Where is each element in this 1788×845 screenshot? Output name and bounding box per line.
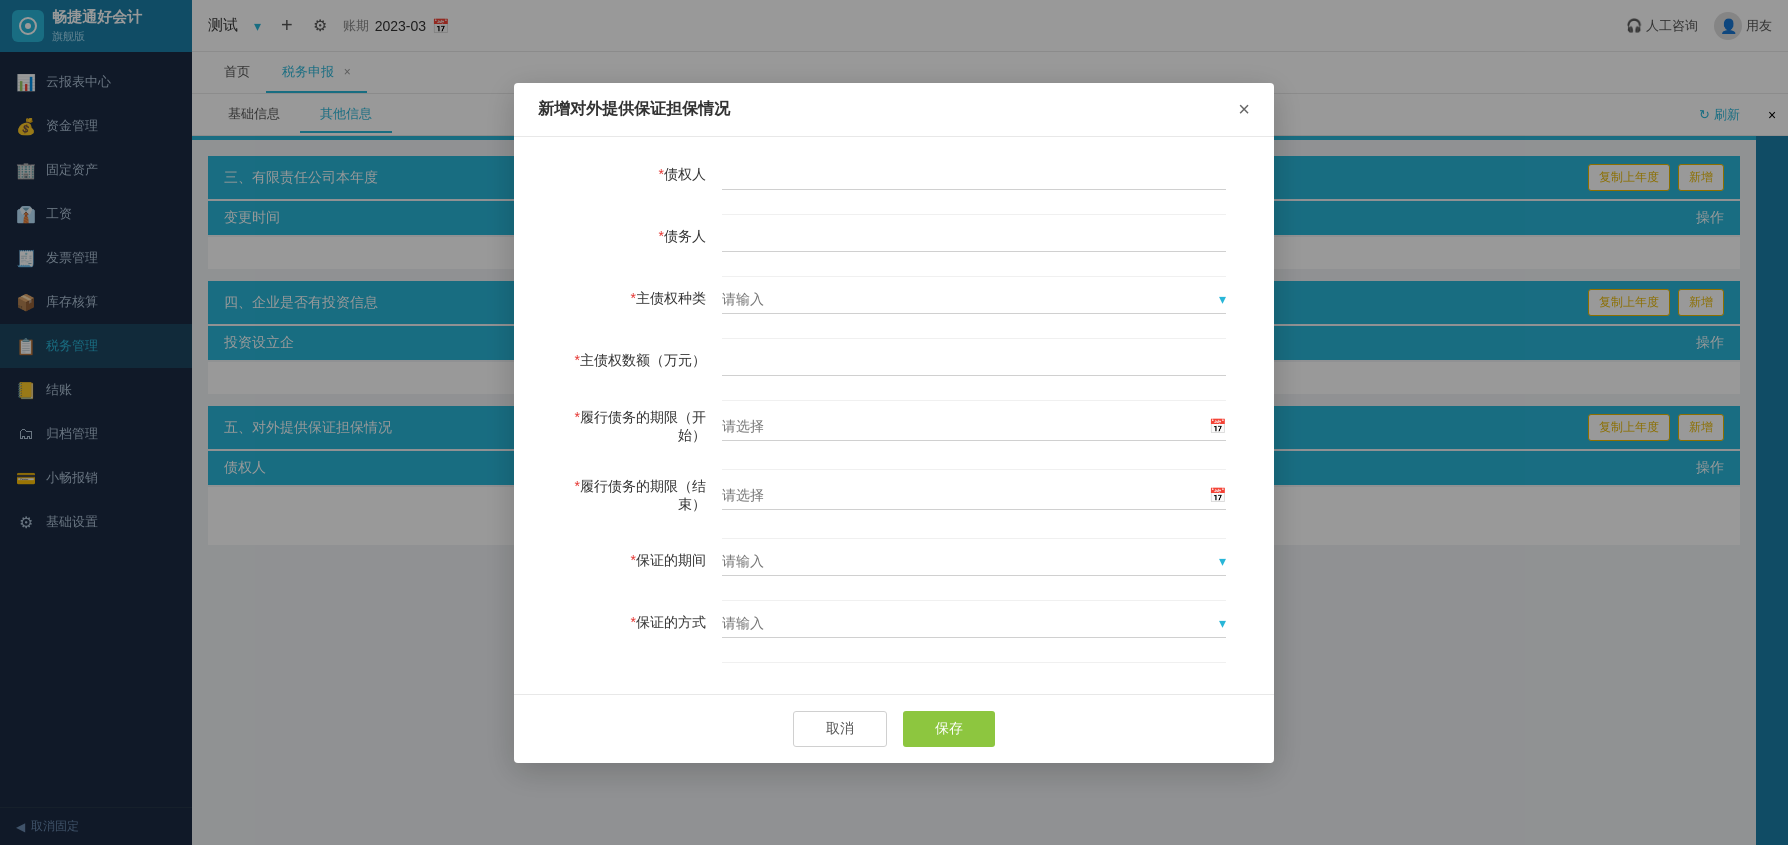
separator-5	[722, 538, 1226, 539]
modal-backdrop: 新增对外提供保证担保情况 × *债权人 *债务人 *主债权种类 ▾ *主债权数额（万…	[0, 0, 1788, 845]
form-row-guarantee_method: *保证的方式 ▾	[562, 609, 1226, 638]
form-row-period_start: *履行债务的期限（开始） 📅	[562, 409, 1226, 445]
date-input-period_start[interactable]	[722, 418, 1209, 434]
field-label-claim_type: *主债权种类	[562, 290, 722, 308]
field-label-guarantee_method: *保证的方式	[562, 614, 722, 632]
required-star-guarantee_method: *	[631, 614, 636, 630]
separator-7	[722, 662, 1226, 663]
field-label-guarantee_period: *保证的期间	[562, 552, 722, 570]
modal-footer: 取消 保存	[514, 694, 1274, 763]
date-calendar-period_start-icon[interactable]: 📅	[1209, 418, 1226, 434]
form-row-debtor: *债务人	[562, 223, 1226, 252]
required-star-claim_amount: *	[575, 352, 580, 368]
select-input-claim_type[interactable]	[722, 291, 1219, 307]
field-label-period_end: *履行债务的期限（结束）	[562, 478, 722, 514]
required-star-period_start: *	[575, 409, 580, 425]
date-calendar-period_end-icon[interactable]: 📅	[1209, 487, 1226, 503]
required-star-guarantee_period: *	[631, 552, 636, 568]
separator-6	[722, 600, 1226, 601]
separator-3	[722, 400, 1226, 401]
cancel-button[interactable]: 取消	[793, 711, 887, 747]
select-chevron-guarantee_period-icon: ▾	[1219, 553, 1226, 569]
date-period_end[interactable]: 📅	[722, 481, 1226, 510]
form-row-claim_type: *主债权种类 ▾	[562, 285, 1226, 314]
select-chevron-claim_type-icon: ▾	[1219, 291, 1226, 307]
select-claim_type[interactable]: ▾	[722, 285, 1226, 314]
separator-1	[722, 276, 1226, 277]
date-period_start[interactable]: 📅	[722, 412, 1226, 441]
input-creditor[interactable]	[722, 161, 1226, 190]
form-row-guarantee_period: *保证的期间 ▾	[562, 547, 1226, 576]
form-row-period_end: *履行债务的期限（结束） 📅	[562, 478, 1226, 514]
field-label-period_start: *履行债务的期限（开始）	[562, 409, 722, 445]
form-row-claim_amount: *主债权数额（万元）	[562, 347, 1226, 376]
modal-body: *债权人 *债务人 *主债权种类 ▾ *主债权数额（万元） *履行债务的期限（开始） …	[514, 137, 1274, 694]
modal-title: 新增对外提供保证担保情况	[538, 99, 730, 120]
separator-2	[722, 338, 1226, 339]
field-label-debtor: *债务人	[562, 228, 722, 246]
select-guarantee_method[interactable]: ▾	[722, 609, 1226, 638]
field-label-claim_amount: *主债权数额（万元）	[562, 352, 722, 370]
modal-header: 新增对外提供保证担保情况 ×	[514, 83, 1274, 137]
required-star-creditor: *	[659, 166, 664, 182]
required-star-period_end: *	[575, 478, 580, 494]
form-row-creditor: *债权人	[562, 161, 1226, 190]
select-chevron-guarantee_method-icon: ▾	[1219, 615, 1226, 631]
separator-0	[722, 214, 1226, 215]
save-button[interactable]: 保存	[903, 711, 995, 747]
date-input-period_end[interactable]	[722, 487, 1209, 503]
required-star-debtor: *	[659, 228, 664, 244]
input-debtor[interactable]	[722, 223, 1226, 252]
modal: 新增对外提供保证担保情况 × *债权人 *债务人 *主债权种类 ▾ *主债权数额（万…	[514, 83, 1274, 763]
field-label-creditor: *债权人	[562, 166, 722, 184]
modal-close-button[interactable]: ×	[1238, 99, 1250, 119]
select-guarantee_period[interactable]: ▾	[722, 547, 1226, 576]
select-input-guarantee_period[interactable]	[722, 553, 1219, 569]
input-claim_amount[interactable]	[722, 347, 1226, 376]
separator-4	[722, 469, 1226, 470]
select-input-guarantee_method[interactable]	[722, 615, 1219, 631]
required-star-claim_type: *	[631, 290, 636, 306]
